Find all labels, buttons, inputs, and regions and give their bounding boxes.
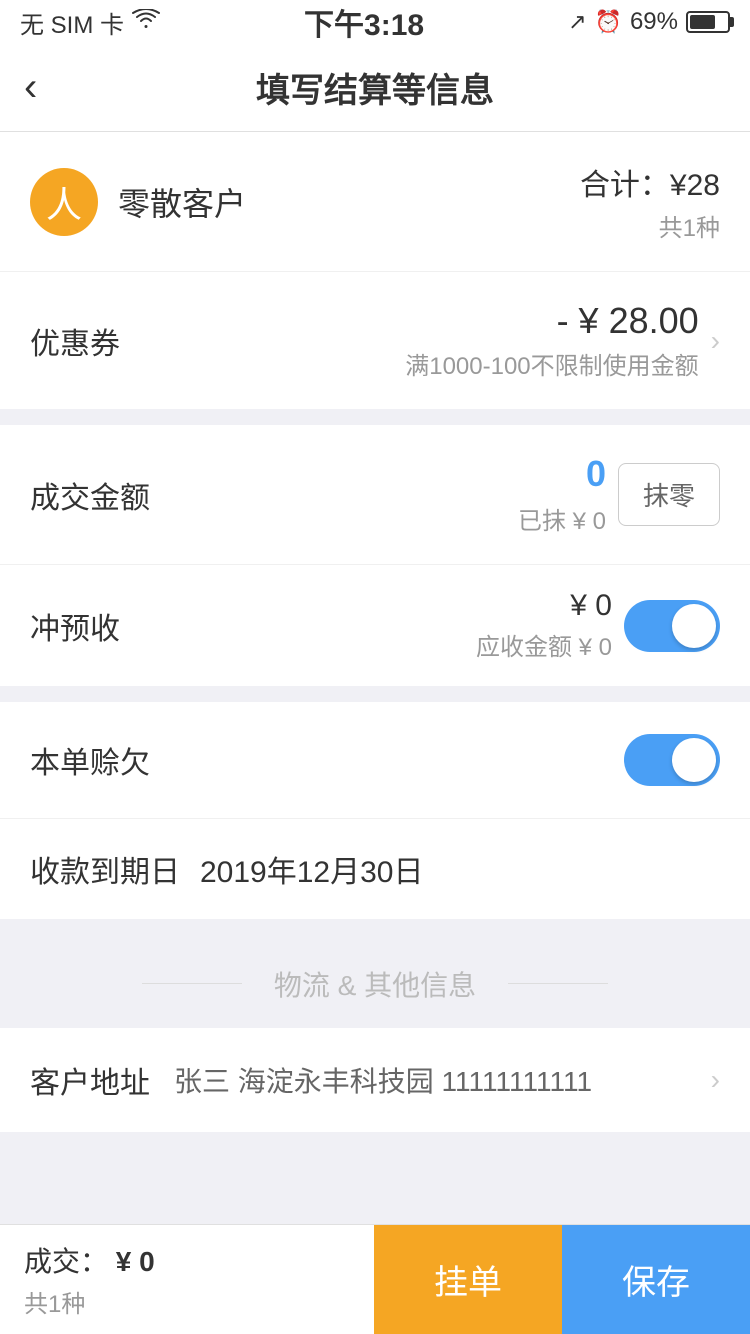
due-date-value: 2019年12月30日: [200, 847, 423, 891]
due-date-row: 收款到期日 2019年12月30日: [0, 818, 750, 919]
battery-icon: [686, 11, 730, 33]
bottom-deal-row: 成交： ¥ 0: [24, 1240, 350, 1280]
avatar: 人: [30, 168, 98, 236]
section-header-label: 物流 & 其他信息: [274, 964, 476, 1004]
coupon-desc: 满1000-100不限制使用金额: [405, 346, 698, 381]
nav-bar: ‹ 填写结算等信息: [0, 44, 750, 132]
customer-name: 零散客户: [118, 179, 246, 225]
debt-row: 本单赊欠: [0, 702, 750, 818]
back-icon: ‹: [24, 65, 37, 110]
round-zero-button[interactable]: 抹零: [618, 463, 720, 526]
bottom-count: 共1种: [24, 1284, 350, 1319]
prepay-sub: 应收金额 ¥ 0: [476, 627, 612, 662]
debt-toggle[interactable]: [624, 734, 720, 786]
deal-amount-label: 成交金额: [30, 473, 150, 517]
save-button[interactable]: 保存: [562, 1225, 750, 1334]
avatar-icon: 人: [46, 176, 82, 228]
save-button-label: 保存: [622, 1255, 690, 1304]
bottom-deal-value: ¥ 0: [116, 1246, 155, 1277]
deal-amount-row: 成交金额 0 已抹 ¥ 0 抹零: [0, 425, 750, 564]
bottom-deal-label: 成交：: [24, 1246, 108, 1277]
coupon-amount: - ¥ 28.00: [405, 300, 698, 342]
total-price: 合计：¥28: [580, 160, 720, 204]
address-chevron-icon: ›: [711, 1064, 720, 1096]
deal-amount-value: 0: [518, 453, 606, 495]
deal-amount-sub: 已抹 ¥ 0: [518, 501, 606, 536]
customer-row: 人 零散客户 合计：¥28 共1种: [0, 132, 750, 271]
location-icon: ↗: [568, 9, 586, 35]
battery-label: 69%: [630, 8, 678, 36]
deal-amount-right: 0 已抹 ¥ 0 抹零: [518, 453, 720, 536]
prepay-label: 冲预收: [30, 604, 120, 648]
total-count: 共1种: [580, 208, 720, 243]
bottom-info: 成交： ¥ 0 共1种: [0, 1225, 374, 1334]
coupon-label: 优惠券: [30, 319, 120, 363]
back-button[interactable]: ‹: [24, 65, 37, 110]
prepay-row: 冲预收 ¥ 0 应收金额 ¥ 0: [0, 564, 750, 686]
address-value: 张三 海淀永丰科技园 11111111111: [174, 1060, 701, 1100]
prepay-right: ¥ 0 应收金额 ¥ 0: [476, 589, 720, 662]
debt-card: 本单赊欠 收款到期日 2019年12月30日: [0, 702, 750, 919]
address-row[interactable]: 客户地址 张三 海淀永丰科技园 11111111111 ›: [0, 1028, 750, 1132]
status-bar: 无 SIM 卡 下午3:18 ↗ ⏰ 69%: [0, 0, 750, 44]
deal-amount-card: 成交金额 0 已抹 ¥ 0 抹零 冲预收 ¥ 0 应收金额 ¥ 0: [0, 425, 750, 686]
prepay-value: ¥ 0: [476, 589, 612, 623]
carrier-label: 无 SIM 卡: [20, 5, 124, 40]
chevron-icon: ›: [711, 325, 720, 357]
status-left: 无 SIM 卡: [20, 5, 160, 40]
coupon-row[interactable]: 优惠券 - ¥ 28.00 满1000-100不限制使用金额 ›: [0, 271, 750, 409]
alarm-icon: ⏰: [595, 9, 622, 35]
status-time: 下午3:18: [304, 0, 424, 44]
address-label: 客户地址: [30, 1058, 150, 1102]
wifi-icon: [132, 8, 160, 36]
address-card: 客户地址 张三 海淀永丰科技园 11111111111 ›: [0, 1028, 750, 1132]
status-right: ↗ ⏰ 69%: [568, 8, 730, 36]
page-title: 填写结算等信息: [256, 63, 494, 112]
customer-info: 人 零散客户: [30, 168, 246, 236]
debt-label: 本单赊欠: [30, 738, 150, 782]
coupon-right: - ¥ 28.00 满1000-100不限制使用金额 ›: [405, 300, 720, 381]
toggle-knob: [672, 604, 716, 648]
bottom-bar: 成交： ¥ 0 共1种 挂单 保存: [0, 1224, 750, 1334]
due-date-label: 收款到期日: [30, 847, 180, 891]
prepay-toggle[interactable]: [624, 600, 720, 652]
customer-card: 人 零散客户 合计：¥28 共1种 优惠券 - ¥ 28.00 满1000-10…: [0, 132, 750, 409]
debt-toggle-knob: [672, 738, 716, 782]
customer-total: 合计：¥28 共1种: [580, 160, 720, 243]
section-header-text: 物流 & 其他信息: [142, 964, 608, 1004]
hold-button[interactable]: 挂单: [374, 1225, 562, 1334]
content-area: 人 零散客户 合计：¥28 共1种 优惠券 - ¥ 28.00 满1000-10…: [0, 132, 750, 1268]
logistics-section-header: 物流 & 其他信息: [0, 935, 750, 1028]
hold-button-label: 挂单: [434, 1255, 502, 1304]
